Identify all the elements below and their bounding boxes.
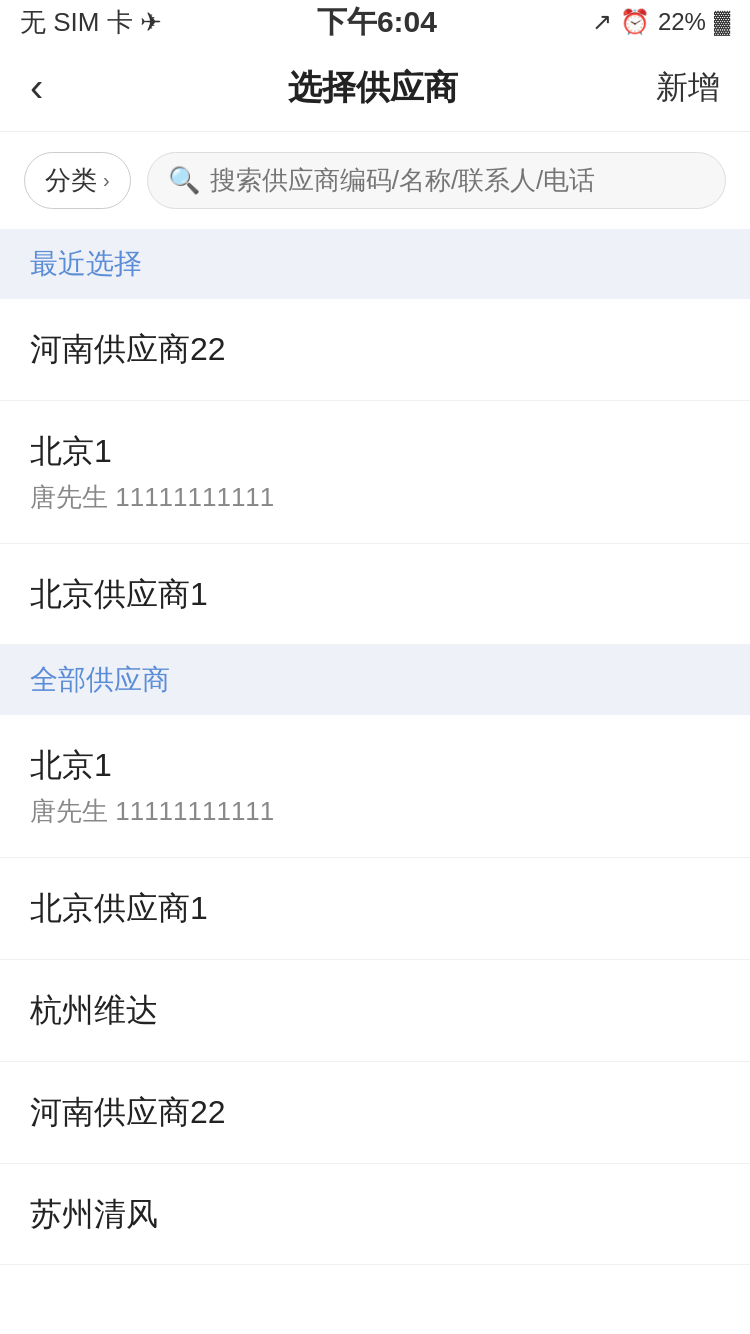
- item-sub: 唐先生 11111111111: [30, 794, 720, 829]
- item-name: 北京1: [30, 429, 720, 474]
- item-name: 河南供应商22: [30, 1090, 720, 1135]
- add-button[interactable]: 新增: [656, 66, 720, 110]
- list-item[interactable]: 河南供应商22: [0, 1062, 750, 1164]
- category-label: 分类: [45, 163, 97, 198]
- list-item[interactable]: 河南供应商22: [0, 299, 750, 401]
- back-button[interactable]: ‹: [30, 65, 90, 110]
- item-name: 北京供应商1: [30, 886, 720, 931]
- status-bar: 无 SIM 卡 ✈ 下午6:04 ↗ ⏰ 22% ▓: [0, 0, 750, 44]
- status-right: ↗ ⏰ 22% ▓: [592, 8, 730, 36]
- item-sub: 唐先生 11111111111: [30, 480, 720, 515]
- alarm-icon: ⏰: [620, 8, 650, 36]
- recent-list: 河南供应商22 北京1 唐先生 11111111111 北京供应商1: [0, 299, 750, 645]
- filter-bar: 分类 › 🔍: [0, 132, 750, 229]
- battery-icon: ▓: [714, 9, 730, 35]
- list-item[interactable]: 北京1 唐先生 11111111111: [0, 401, 750, 544]
- item-name: 北京供应商1: [30, 572, 720, 617]
- page-title: 选择供应商: [288, 65, 458, 111]
- search-icon: 🔍: [168, 165, 200, 196]
- item-name: 北京1: [30, 743, 720, 788]
- recent-section-header: 最近选择: [0, 229, 750, 299]
- search-input[interactable]: [210, 165, 705, 196]
- list-item[interactable]: 杭州维达: [0, 960, 750, 1062]
- list-item[interactable]: 苏州清风: [0, 1164, 750, 1266]
- item-name: 杭州维达: [30, 988, 720, 1033]
- chevron-right-icon: ›: [103, 169, 110, 192]
- status-left: 无 SIM 卡 ✈: [20, 5, 162, 40]
- status-time: 下午6:04: [317, 2, 437, 43]
- all-list: 北京1 唐先生 11111111111 北京供应商1 杭州维达河南供应商22 苏州清风: [0, 715, 750, 1265]
- list-item[interactable]: 北京供应商1: [0, 858, 750, 960]
- list-item[interactable]: 北京1 唐先生 11111111111: [0, 715, 750, 858]
- all-section-header: 全部供应商: [0, 645, 750, 715]
- sim-status: 无 SIM 卡 ✈: [20, 5, 162, 40]
- item-name: 苏州清风: [30, 1192, 720, 1237]
- location-icon: ↗: [592, 8, 612, 36]
- search-box: 🔍: [147, 152, 726, 209]
- battery-level: 22%: [658, 8, 706, 36]
- nav-bar: ‹ 选择供应商 新增: [0, 44, 750, 132]
- list-item[interactable]: 北京供应商1: [0, 544, 750, 646]
- item-name: 河南供应商22: [30, 327, 720, 372]
- category-filter[interactable]: 分类 ›: [24, 152, 131, 209]
